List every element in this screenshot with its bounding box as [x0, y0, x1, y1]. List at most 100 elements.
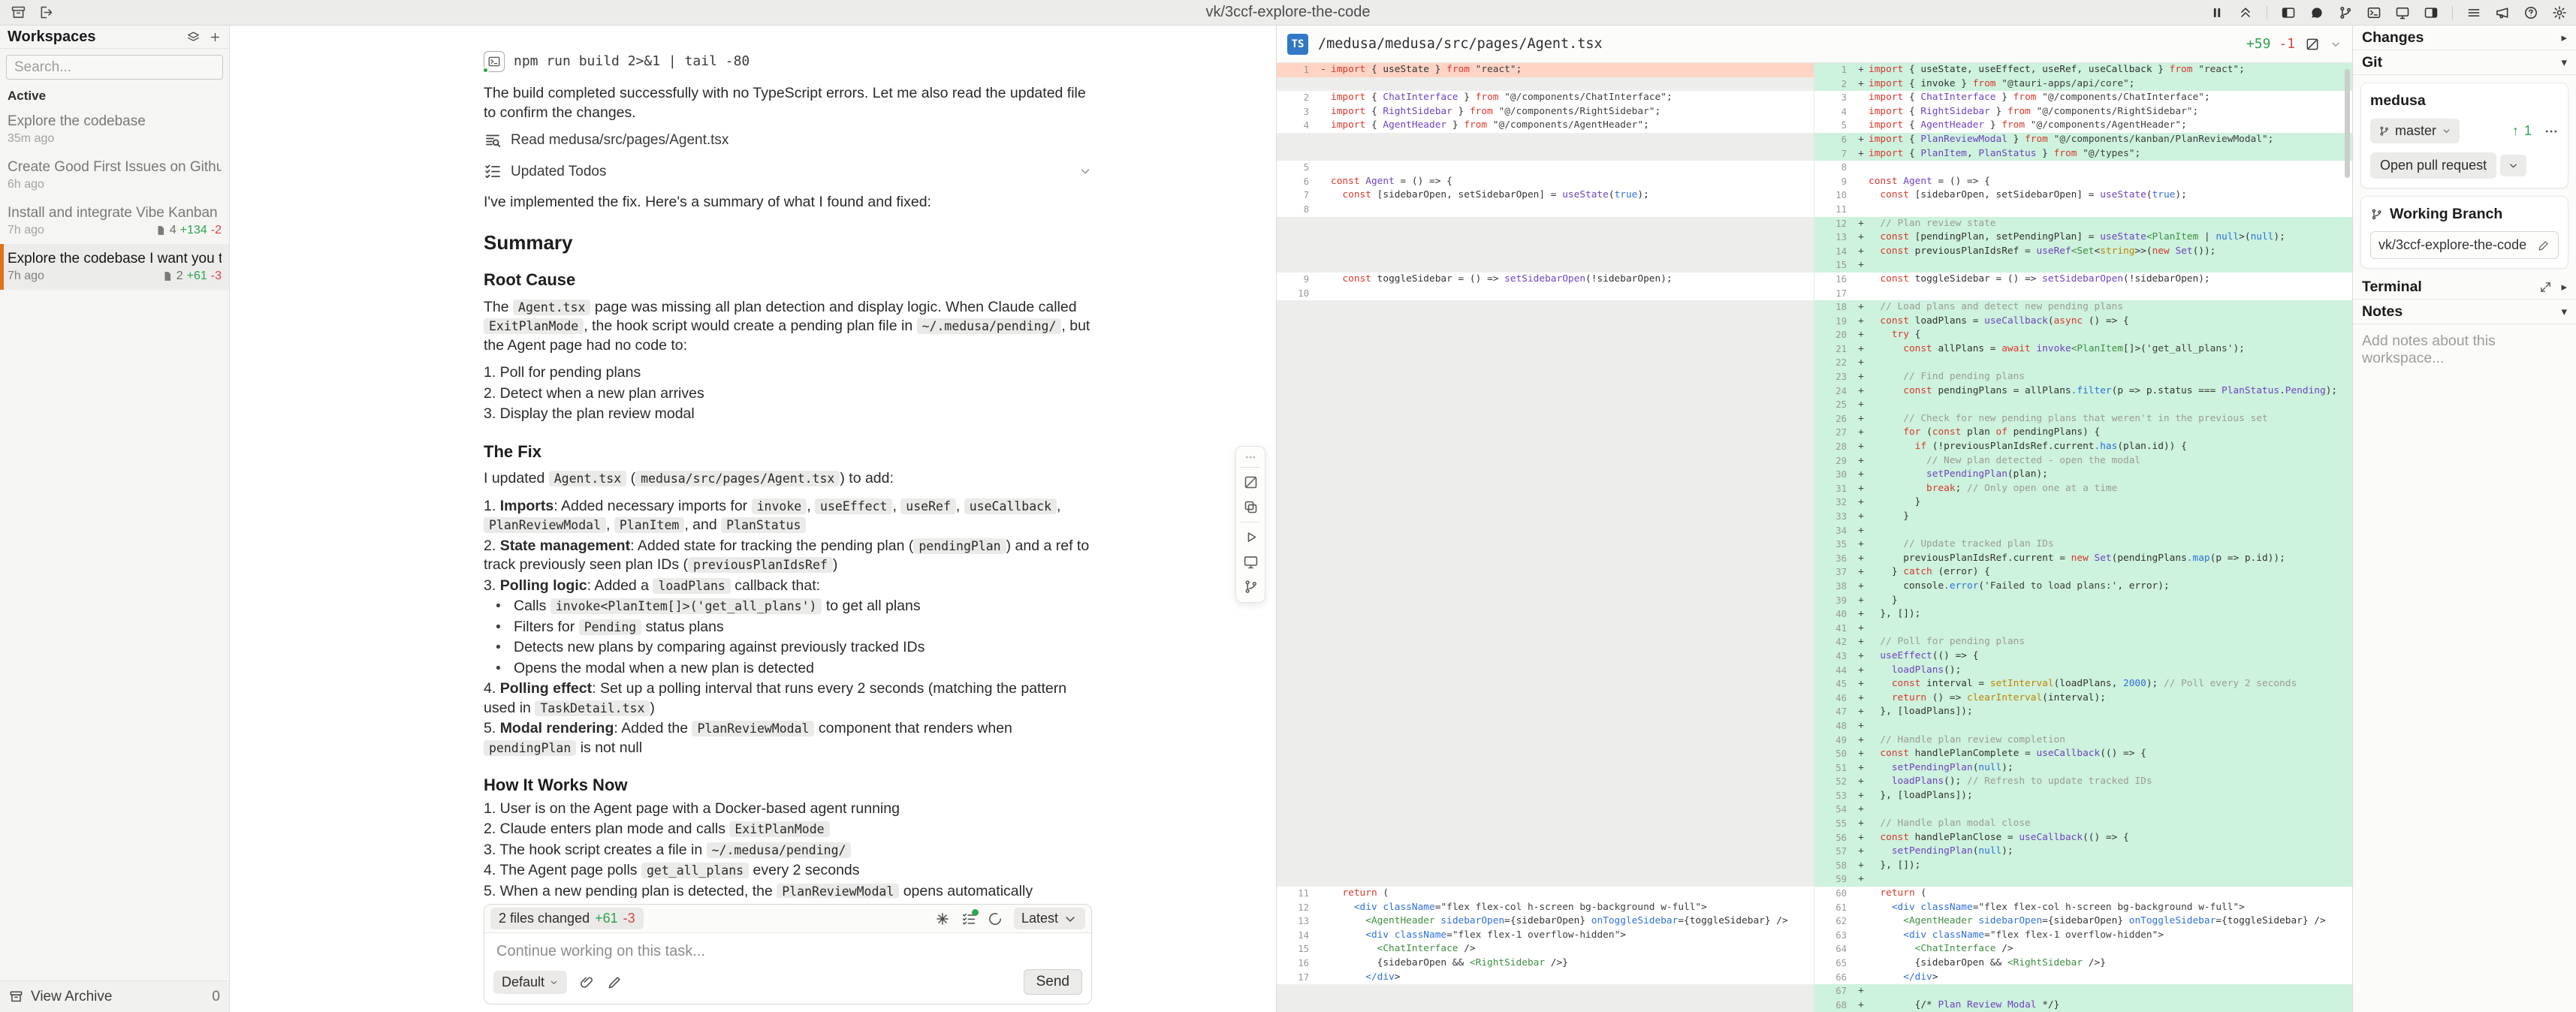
diff-row: 47+ }, [loadPlans]);	[1814, 705, 2352, 719]
diff-view-toggle-icon[interactable]	[2305, 37, 2320, 52]
base-branch-dropdown[interactable]: master	[2370, 119, 2460, 143]
settings-icon[interactable]	[2552, 5, 2567, 20]
megaphone-icon[interactable]	[2495, 5, 2510, 20]
git-branch-icon[interactable]	[2338, 5, 2353, 20]
workspace-item[interactable]: Install and integrate Vibe Kanban Web7h …	[0, 198, 229, 244]
ordered-list: 1. Poll for pending plans2. Detect when …	[484, 363, 1092, 424]
titlebar-right-icons	[2210, 0, 2567, 26]
diff-filler-row	[1277, 454, 1814, 468]
diff-view-icon[interactable]	[1243, 474, 1259, 490]
diff-filler-row	[1277, 803, 1814, 817]
monitor-icon[interactable]	[2395, 5, 2410, 20]
diff-row: 53+ }, [loadPlans]);	[1814, 789, 2352, 803]
right-panel: Changes ▸ Git ▾ medusa master ↑ 1	[2352, 26, 2576, 1012]
workspace-item[interactable]: Create Good First Issues on Github So p6…	[0, 152, 229, 198]
diff-filler-row	[1277, 412, 1814, 426]
todos-icon[interactable]	[961, 911, 976, 926]
monitor-icon[interactable]	[1243, 554, 1259, 570]
play-icon[interactable]	[1243, 529, 1259, 545]
open-pull-request-button[interactable]: Open pull request	[2370, 152, 2496, 179]
help-icon[interactable]	[2523, 5, 2538, 20]
diff-row: 41+	[1814, 622, 2352, 636]
diff-row: 4import { RightSidebar } from "@/compone…	[1814, 105, 2352, 119]
diff-file-path: /medusa/medusa/src/pages/Agent.tsx	[1318, 36, 1603, 52]
diff-filler-row	[1277, 719, 1814, 733]
chat-paragraph: I've implemented the fix. Here's a summa…	[484, 193, 1092, 212]
chat-paragraph: The build completed successfully with no…	[484, 84, 1092, 122]
list-item: 1. User is on the Agent page with a Dock…	[484, 800, 1092, 819]
diff-filler-row	[1277, 859, 1814, 873]
diff-filler-row	[1277, 705, 1814, 719]
diff-row: 28+ if (!previousPlanIdsRef.current.has(…	[1814, 440, 2352, 454]
layers-icon[interactable]	[187, 31, 200, 44]
working-branch-input[interactable]: vk/3ccf-explore-the-code	[2370, 231, 2559, 259]
view-archive-label: View Archive	[31, 989, 112, 1005]
terminal-section-header[interactable]: Terminal ▸	[2353, 275, 2576, 300]
workspace-time: 6h ago	[8, 178, 44, 191]
chat-icon[interactable]	[2309, 5, 2324, 20]
workspace-item[interactable]: Explore the codebase I want you to exp7h…	[0, 244, 229, 290]
diff-row: 59+	[1814, 872, 2352, 887]
model-dropdown[interactable]: Default	[493, 971, 567, 994]
diff-row: 25+	[1814, 398, 2352, 412]
tool-call-row[interactable]: Updated Todos	[484, 162, 1092, 182]
pause-icon[interactable]	[2210, 5, 2225, 20]
spinner-icon[interactable]	[988, 911, 1003, 926]
pen-icon[interactable]	[607, 974, 623, 990]
git-section-header[interactable]: Git ▾	[2353, 50, 2576, 75]
git-branch-icon[interactable]	[1243, 579, 1259, 595]
diff-row: 43+ useEffect(() => {	[1814, 649, 2352, 664]
caret-right-icon: ▸	[2561, 31, 2567, 44]
notes-input[interactable]: Add notes about this workspace...	[2353, 324, 2576, 375]
panel-right-icon[interactable]	[2424, 5, 2439, 20]
drag-handle-icon[interactable]	[1242, 454, 1259, 460]
pencil-icon[interactable]	[2538, 239, 2550, 251]
window-title: vk/3ccf-explore-the-code	[0, 4, 2576, 21]
list-item: Detects new plans by comparing against p…	[484, 638, 1092, 658]
terminal-icon[interactable]	[2366, 5, 2381, 20]
diff-row: 38+ console.error('Failed to load plans:…	[1814, 580, 2352, 594]
list-item: 2. Claude enters plan mode and calls Exi…	[484, 820, 1092, 839]
workspace-item[interactable]: Explore the codebase35m ago	[0, 107, 229, 152]
diff-filler-row	[1277, 622, 1814, 636]
diff-row: 68+ {/* Plan Review Modal */}	[1814, 998, 2352, 1012]
repo-name: medusa	[2370, 92, 2559, 110]
tool-call-row[interactable]: npm run build 2>&1 | tail -80	[484, 51, 1092, 72]
version-dropdown[interactable]: Latest	[1014, 908, 1085, 929]
diff-filler-row	[1277, 998, 1814, 1012]
list-item: 1. Poll for pending plans	[484, 363, 1092, 383]
diff-row: 6+import { PlanReviewModal } from "@/com…	[1814, 133, 2352, 147]
message-input[interactable]: Continue working on this task...	[484, 933, 1091, 962]
copy-icon[interactable]	[1243, 499, 1259, 515]
panel-left-icon[interactable]	[2281, 5, 2296, 20]
paperclip-icon[interactable]	[579, 974, 595, 990]
diff-row: 44+ loadPlans();	[1814, 664, 2352, 678]
send-button[interactable]: Send	[1024, 969, 1082, 995]
chevron-down-icon[interactable]	[1078, 164, 1092, 178]
notes-label: Notes	[2362, 303, 2403, 321]
scrollbar[interactable]	[2345, 69, 2350, 178]
diff-body: 1-import { useState } from "react";2impo…	[1277, 63, 2352, 1012]
notes-section-header[interactable]: Notes ▾	[2353, 300, 2576, 324]
collapse-all-icon[interactable]	[2238, 5, 2253, 20]
changes-section-header[interactable]: Changes ▸	[2353, 26, 2576, 50]
diff-row: 23+ // Find pending plans	[1814, 370, 2352, 384]
tool-call-row[interactable]: Read medusa/src/pages/Agent.tsx	[484, 131, 1092, 150]
pull-request-options-button[interactable]	[2500, 155, 2526, 176]
files-changed-chip[interactable]: 2 files changed +61 -3	[490, 908, 644, 929]
expand-icon[interactable]	[2539, 281, 2552, 294]
view-archive-button[interactable]: View Archive 0	[0, 980, 229, 1012]
diff-filler-row	[1277, 872, 1814, 887]
more-menu-icon[interactable]	[2544, 124, 2559, 139]
caret-down-icon: ▾	[2561, 305, 2567, 318]
chevron-down-icon[interactable]	[2330, 38, 2342, 50]
diff-row: 1-import { useState } from "react";	[1277, 63, 1814, 77]
diff-filler-row	[1277, 775, 1814, 789]
search-input[interactable]	[6, 55, 223, 80]
plus-icon[interactable]	[209, 31, 222, 44]
diff-filler-row	[1277, 315, 1814, 329]
sparkle-icon[interactable]	[935, 911, 950, 926]
menu-icon[interactable]	[2466, 5, 2481, 20]
diff-pane-old: 1-import { useState } from "react";2impo…	[1277, 63, 1814, 1012]
diff-row: 30+ setPendingPlan(plan);	[1814, 468, 2352, 482]
